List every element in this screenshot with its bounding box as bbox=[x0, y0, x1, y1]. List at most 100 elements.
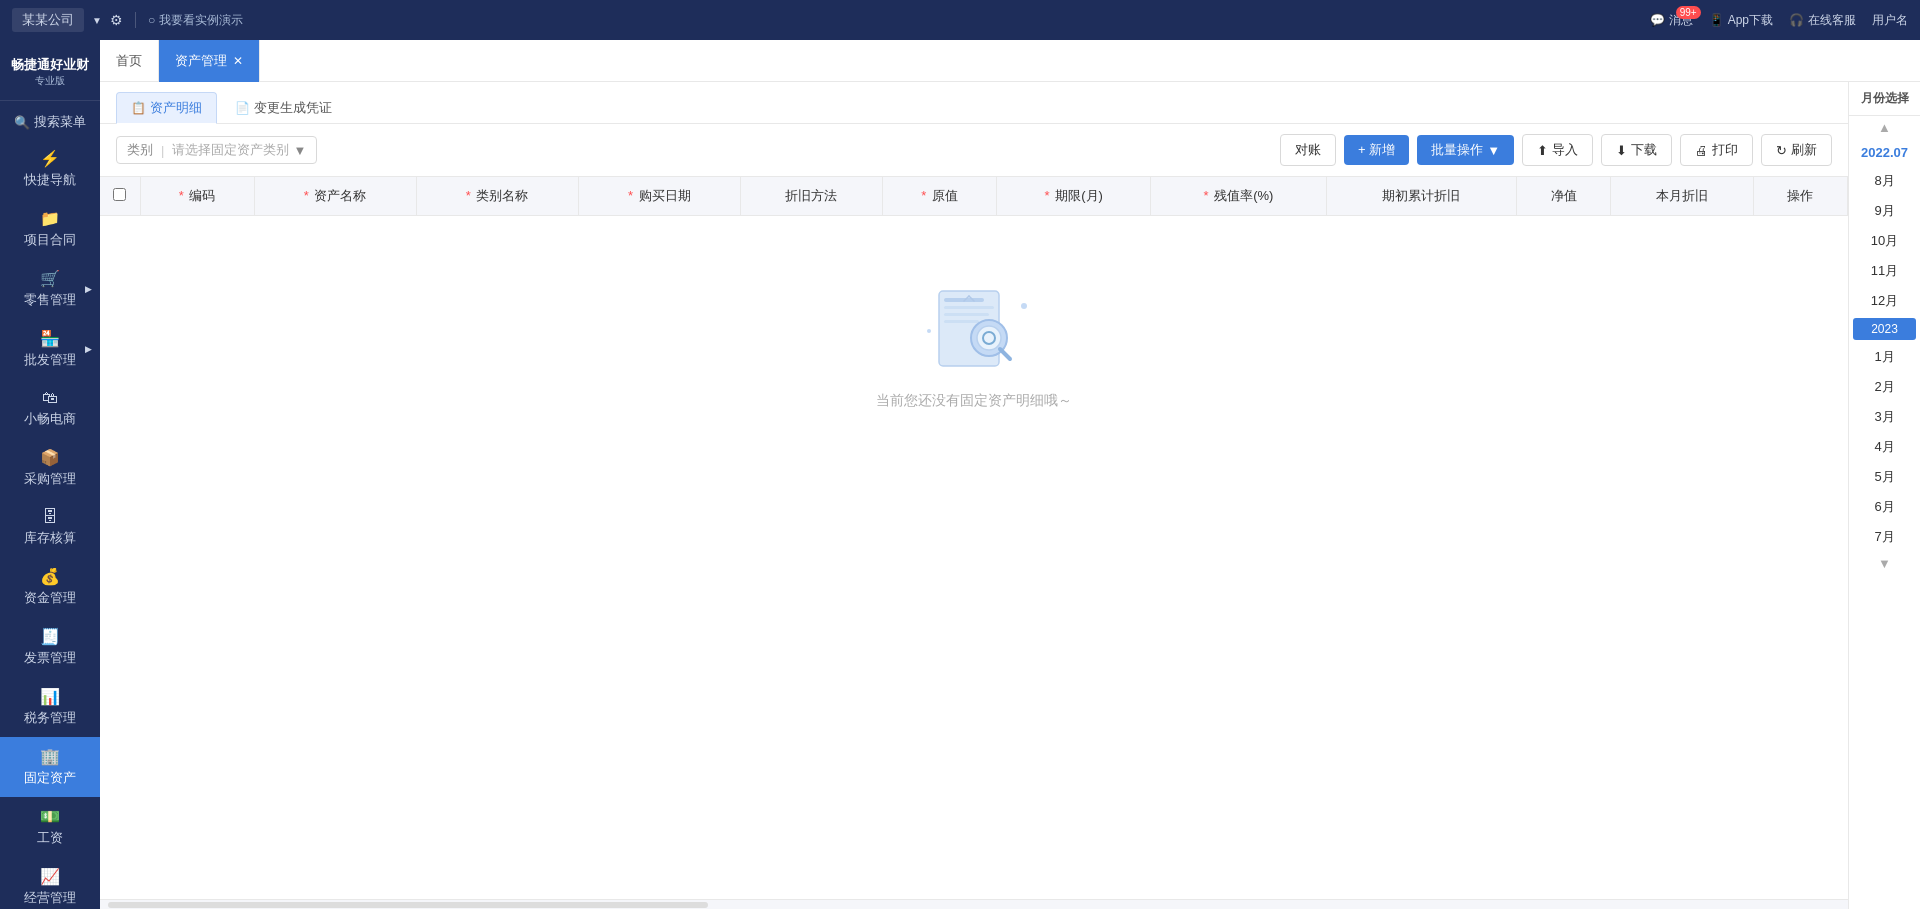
refresh-button[interactable]: ↻ 刷新 bbox=[1761, 134, 1832, 166]
svg-point-6 bbox=[977, 326, 1001, 350]
top-bar-left: 某某公司 ▼ ⚙ ○ 我要看实例演示 bbox=[12, 8, 1650, 32]
sidebar-item-invoice[interactable]: 🧾 发票管理 bbox=[0, 617, 100, 677]
month-item-selected[interactable]: 2022.07 bbox=[1849, 139, 1920, 166]
batch-dropdown-icon: ▼ bbox=[1487, 143, 1500, 158]
month-item-sep[interactable]: 9月 bbox=[1849, 196, 1920, 226]
sidebar-item-tax[interactable]: 📊 税务管理 bbox=[0, 677, 100, 737]
month-item-nov[interactable]: 11月 bbox=[1849, 256, 1920, 286]
month-panel-title: 月份选择 bbox=[1849, 82, 1920, 116]
month-nav-down[interactable]: ▼ bbox=[1849, 552, 1920, 575]
month-item-mar[interactable]: 3月 bbox=[1849, 402, 1920, 432]
tab-home[interactable]: 首页 bbox=[100, 40, 159, 82]
sidebar-item-retail[interactable]: 🛒 零售管理 ▶ bbox=[0, 259, 100, 319]
ecommerce-icon: 🛍 bbox=[42, 389, 58, 407]
print-icon: 🖨 bbox=[1695, 143, 1708, 158]
sub-tab-change-voucher[interactable]: 📄 变更生成凭证 bbox=[221, 93, 346, 123]
sidebar-item-quick-nav[interactable]: ⚡ 快捷导航 bbox=[0, 139, 100, 199]
download-icon: ⬇ bbox=[1616, 143, 1627, 158]
sub-tab-asset-detail[interactable]: 📋 资产明细 bbox=[116, 92, 217, 124]
invoice-icon: 🧾 bbox=[40, 627, 60, 646]
demo-link[interactable]: ○ 我要看实例演示 bbox=[148, 12, 243, 29]
search-menu-button[interactable]: 🔍 搜索菜单 bbox=[0, 105, 100, 139]
management-icon: 📈 bbox=[40, 867, 60, 886]
month-item-may[interactable]: 5月 bbox=[1849, 462, 1920, 492]
sidebar-item-fixed-assets[interactable]: 🏢 固定资产 bbox=[0, 737, 100, 797]
online-service-button[interactable]: 🎧 在线客服 bbox=[1789, 12, 1856, 29]
sidebar-logo: 畅捷通好业财 专业版 bbox=[0, 48, 100, 101]
th-code: * 编码 bbox=[140, 177, 254, 216]
sidebar: 畅捷通好业财 专业版 🔍 搜索菜单 ⚡ 快捷导航 📁 项目合同 🛒 零售管理 ▶… bbox=[0, 40, 100, 909]
table-header-row: * 编码 * 资产名称 * 类别名称 bbox=[100, 177, 1848, 216]
sidebar-item-wholesale[interactable]: 🏪 批发管理 ▶ bbox=[0, 319, 100, 379]
month-item-dec[interactable]: 12月 bbox=[1849, 286, 1920, 316]
message-button[interactable]: 💬 消息 99+ bbox=[1650, 12, 1693, 29]
message-icon: 💬 bbox=[1650, 13, 1665, 27]
print-button[interactable]: 🖨 打印 bbox=[1680, 134, 1753, 166]
arrow-icon: ▶ bbox=[85, 344, 92, 354]
filter-divider: | bbox=[161, 143, 164, 158]
message-badge: 99+ bbox=[1676, 6, 1701, 19]
app-download-button[interactable]: 📱 App下载 bbox=[1709, 12, 1773, 29]
settings-icon[interactable]: ⚙ bbox=[110, 12, 123, 28]
fixed-assets-icon: 🏢 bbox=[40, 747, 60, 766]
batch-button[interactable]: 批量操作 ▼ bbox=[1417, 135, 1514, 165]
svg-rect-2 bbox=[944, 306, 994, 309]
company-name[interactable]: 某某公司 bbox=[12, 8, 84, 32]
import-button[interactable]: ⬆ 导入 bbox=[1522, 134, 1593, 166]
empty-state-illustration bbox=[914, 276, 1034, 376]
content-area: 首页 资产管理 ✕ 📋 资产明细 📄 变更生成凭证 bbox=[100, 40, 1920, 909]
sidebar-item-purchase[interactable]: 📦 采购管理 bbox=[0, 438, 100, 498]
filter-dropdown-icon: ▼ bbox=[293, 143, 306, 158]
top-bar-right: 💬 消息 99+ 📱 App下载 🎧 在线客服 用户名 bbox=[1650, 12, 1908, 29]
main-panel: 📋 资产明细 📄 变更生成凭证 类别 | 请选择固定资产类别 ▼ bbox=[100, 82, 1848, 909]
download-button[interactable]: ⬇ 下载 bbox=[1601, 134, 1672, 166]
month-item-jan[interactable]: 1月 bbox=[1849, 342, 1920, 372]
user-name[interactable]: 用户名 bbox=[1872, 12, 1908, 29]
search-icon: 🔍 bbox=[14, 115, 30, 130]
th-residual-rate: * 残值率(%) bbox=[1151, 177, 1326, 216]
th-depreciation-method: 折旧方法 bbox=[740, 177, 882, 216]
svg-point-11 bbox=[1021, 303, 1027, 309]
select-all-checkbox[interactable] bbox=[113, 188, 126, 201]
assets-table: * 编码 * 资产名称 * 类别名称 bbox=[100, 177, 1848, 216]
sidebar-item-finance[interactable]: 💰 资金管理 bbox=[0, 557, 100, 617]
top-bar: 某某公司 ▼ ⚙ ○ 我要看实例演示 💬 消息 99+ 📱 App下载 🎧 在线… bbox=[0, 0, 1920, 40]
svg-rect-4 bbox=[944, 320, 979, 323]
tab-asset-mgmt[interactable]: 资产管理 ✕ bbox=[159, 40, 260, 82]
retail-icon: 🛒 bbox=[40, 269, 60, 288]
main-layout: 畅捷通好业财 专业版 🔍 搜索菜单 ⚡ 快捷导航 📁 项目合同 🛒 零售管理 ▶… bbox=[0, 40, 1920, 909]
change-voucher-icon: 📄 bbox=[235, 101, 250, 115]
sidebar-item-ecommerce[interactable]: 🛍 小畅电商 bbox=[0, 379, 100, 438]
app-name: 畅捷通好业财 bbox=[8, 56, 92, 74]
month-item-apr[interactable]: 4月 bbox=[1849, 432, 1920, 462]
month-nav-up[interactable]: ▲ bbox=[1849, 116, 1920, 139]
sidebar-item-inventory[interactable]: 🗄 库存核算 bbox=[0, 498, 100, 557]
bottom-scrollbar[interactable] bbox=[100, 899, 1848, 909]
sidebar-item-project[interactable]: 📁 项目合同 bbox=[0, 199, 100, 259]
year-badge-2023: 2023 bbox=[1853, 318, 1916, 340]
app-edition: 专业版 bbox=[8, 74, 92, 88]
quick-nav-icon: ⚡ bbox=[40, 149, 60, 168]
svg-rect-3 bbox=[944, 313, 989, 316]
finance-icon: 💰 bbox=[40, 567, 60, 586]
company-dropdown-icon[interactable]: ▼ bbox=[92, 15, 102, 26]
tab-close-icon[interactable]: ✕ bbox=[233, 54, 243, 68]
category-filter[interactable]: 类别 | 请选择固定资产类别 ▼ bbox=[116, 136, 317, 164]
month-item-aug[interactable]: 8月 bbox=[1849, 166, 1920, 196]
month-item-feb[interactable]: 2月 bbox=[1849, 372, 1920, 402]
th-term: * 期限(月) bbox=[997, 177, 1151, 216]
add-button[interactable]: + 新增 bbox=[1344, 135, 1409, 165]
month-item-jul[interactable]: 7月 bbox=[1849, 522, 1920, 552]
sidebar-item-salary[interactable]: 💵 工资 bbox=[0, 797, 100, 857]
filter-placeholder: 请选择固定资产类别 bbox=[172, 141, 289, 159]
reconcile-button[interactable]: 对账 bbox=[1280, 134, 1336, 166]
month-item-jun[interactable]: 6月 bbox=[1849, 492, 1920, 522]
salary-icon: 💵 bbox=[40, 807, 60, 826]
tax-icon: 📊 bbox=[40, 687, 60, 706]
th-original-value: * 原值 bbox=[883, 177, 997, 216]
month-item-oct[interactable]: 10月 bbox=[1849, 226, 1920, 256]
asset-detail-icon: 📋 bbox=[131, 101, 146, 115]
wholesale-icon: 🏪 bbox=[40, 329, 60, 348]
sidebar-item-management[interactable]: 📈 经营管理 bbox=[0, 857, 100, 909]
tab-bar: 首页 资产管理 ✕ bbox=[100, 40, 1920, 82]
